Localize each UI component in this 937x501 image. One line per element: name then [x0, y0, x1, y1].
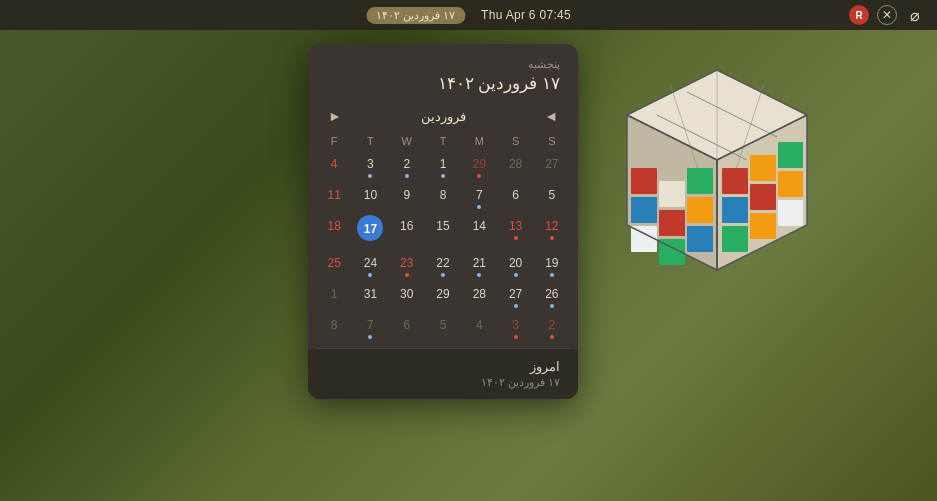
topbar-icon-user[interactable]: ⌀: [905, 5, 925, 25]
calendar-week-6: 2345678: [316, 311, 570, 342]
calendar-week-2: 567891011: [316, 181, 570, 212]
cal-cell-0-1[interactable]: 28: [497, 150, 533, 181]
cal-cell-5-6[interactable]: 8: [316, 311, 352, 342]
cal-cell-0-5[interactable]: 3: [352, 150, 388, 181]
cal-cell-2-0[interactable]: 12: [534, 212, 570, 249]
svg-rect-14: [722, 226, 748, 252]
cal-cell-3-1[interactable]: 20: [497, 249, 533, 280]
svg-rect-22: [687, 197, 713, 223]
cal-cell-0-3[interactable]: 1: [425, 150, 461, 181]
cal-cell-1-0[interactable]: 5: [534, 181, 570, 212]
cal-cell-2-1[interactable]: 13: [497, 212, 533, 249]
svg-rect-19: [687, 168, 713, 194]
cal-cell-0-0[interactable]: 27: [534, 150, 570, 181]
svg-rect-13: [778, 171, 803, 197]
calendar-header: پنجشبه ۱۷ فروردین ۱۴۰۲: [308, 44, 578, 100]
cal-cell-5-5[interactable]: 7: [352, 311, 388, 342]
cal-cell-5-3[interactable]: 5: [425, 311, 461, 342]
svg-rect-20: [631, 197, 657, 223]
calendar-full-date: ۱۷ فروردین ۱۴۰۲: [326, 73, 560, 94]
cal-cell-3-2[interactable]: 21: [461, 249, 497, 280]
cal-cell-0-4[interactable]: 2: [389, 150, 425, 181]
weekday-s1: S: [534, 132, 570, 150]
cal-cell-0-6[interactable]: 4: [316, 150, 352, 181]
svg-rect-9: [750, 155, 776, 181]
cal-cell-5-0[interactable]: 2: [534, 311, 570, 342]
cal-cell-1-4[interactable]: 9: [389, 181, 425, 212]
svg-rect-11: [722, 197, 748, 223]
calendar-grid: S S M T W T F 27282912345678910111213141…: [308, 132, 578, 348]
calendar-popup: پنجشبه ۱۷ فروردین ۱۴۰۲ ◄ فروردین ► S S M…: [308, 44, 578, 399]
cal-cell-3-0[interactable]: 19: [534, 249, 570, 280]
cal-cell-5-1[interactable]: 3: [497, 311, 533, 342]
cal-cell-1-3[interactable]: 8: [425, 181, 461, 212]
cal-cell-5-2[interactable]: 4: [461, 311, 497, 342]
weekday-s2: S: [497, 132, 533, 150]
cal-cell-0-2[interactable]: 29: [461, 150, 497, 181]
cal-cell-1-5[interactable]: 10: [352, 181, 388, 212]
calendar-month-label: فروردین: [421, 109, 466, 124]
cal-cell-4-3[interactable]: 29: [425, 280, 461, 311]
nav-next-arrow[interactable]: ►: [322, 104, 348, 128]
calendar-day-name: پنجشبه: [326, 58, 560, 71]
cal-cell-5-4[interactable]: 6: [389, 311, 425, 342]
cal-cell-3-6[interactable]: 25: [316, 249, 352, 280]
weekday-f: F: [316, 132, 352, 150]
cal-cell-2-6[interactable]: 18: [316, 212, 352, 249]
calendar-nav: ◄ فروردین ►: [308, 100, 578, 132]
svg-rect-23: [631, 226, 657, 252]
svg-rect-8: [722, 168, 748, 194]
svg-rect-10: [778, 142, 803, 168]
cal-cell-3-4[interactable]: 23: [389, 249, 425, 280]
cal-cell-4-2[interactable]: 28: [461, 280, 497, 311]
topbar: ۱۷ فروردین ۱۴۰۲ Thu Apr 6 07:45 R ✕ ⌀: [0, 0, 937, 30]
weekday-m: M: [461, 132, 497, 150]
cal-cell-2-5[interactable]: 17: [352, 212, 388, 249]
rubik-decoration: [597, 60, 877, 440]
calendar-footer[interactable]: امروز ۱۷ فروردین ۱۴۰۲: [308, 349, 578, 399]
svg-rect-12: [750, 184, 776, 210]
today-label: امروز: [326, 359, 560, 374]
cal-cell-4-6[interactable]: 1: [316, 280, 352, 311]
svg-rect-18: [659, 181, 685, 207]
cal-cell-4-1[interactable]: 27: [497, 280, 533, 311]
cal-cell-1-2[interactable]: 7: [461, 181, 497, 212]
persian-date-pill[interactable]: ۱۷ فروردین ۱۴۰۲: [366, 7, 465, 24]
cal-cell-4-0[interactable]: 26: [534, 280, 570, 311]
nav-prev-arrow[interactable]: ◄: [538, 104, 564, 128]
svg-rect-16: [778, 200, 803, 226]
cal-cell-2-3[interactable]: 15: [425, 212, 461, 249]
calendar-week-5: 2627282930311: [316, 280, 570, 311]
calendar-week-3: 12131415161718: [316, 212, 570, 249]
weekday-t1: T: [425, 132, 461, 150]
svg-rect-21: [659, 210, 685, 236]
calendar-week-4: 19202122232425: [316, 249, 570, 280]
topbar-center: ۱۷ فروردین ۱۴۰۲ Thu Apr 6 07:45: [366, 7, 571, 24]
cal-cell-2-2[interactable]: 14: [461, 212, 497, 249]
cal-cell-3-5[interactable]: 24: [352, 249, 388, 280]
cal-cell-2-4[interactable]: 16: [389, 212, 425, 249]
calendar-body: 2728291234567891011121314151617181920212…: [316, 150, 570, 342]
svg-rect-25: [687, 226, 713, 252]
weekday-t2: T: [352, 132, 388, 150]
cal-cell-1-6[interactable]: 11: [316, 181, 352, 212]
topbar-right: R ✕ ⌀: [849, 5, 925, 25]
cal-cell-4-4[interactable]: 30: [389, 280, 425, 311]
svg-rect-15: [750, 213, 776, 239]
cal-cell-1-1[interactable]: 6: [497, 181, 533, 212]
weekday-w: W: [389, 132, 425, 150]
topbar-icon-red[interactable]: R: [849, 5, 869, 25]
topbar-icon-x[interactable]: ✕: [877, 5, 897, 25]
topbar-datetime: Thu Apr 6 07:45: [481, 8, 571, 22]
cal-cell-4-5[interactable]: 31: [352, 280, 388, 311]
calendar-week-1: 2728291234: [316, 150, 570, 181]
svg-rect-17: [631, 168, 657, 194]
calendar-header-row: S S M T W T F: [316, 132, 570, 150]
today-sub: ۱۷ فروردین ۱۴۰۲: [326, 376, 560, 389]
cal-cell-3-3[interactable]: 22: [425, 249, 461, 280]
